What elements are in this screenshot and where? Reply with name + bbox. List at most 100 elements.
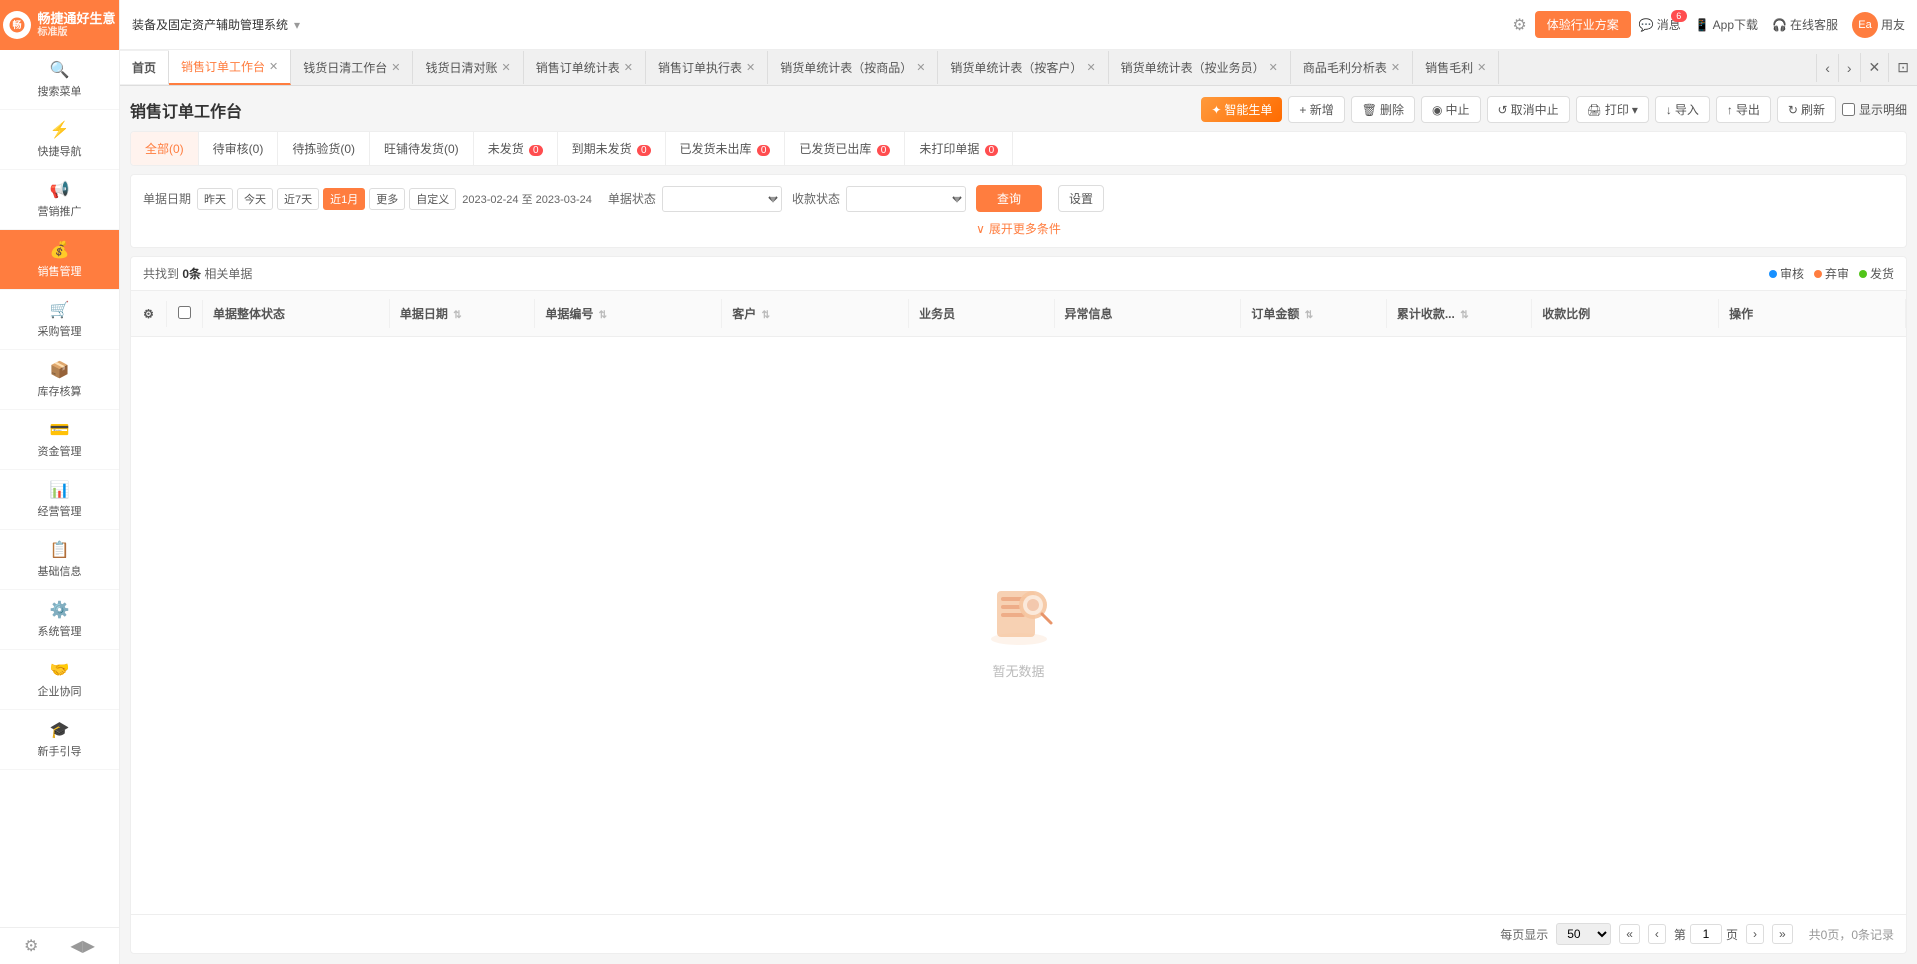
message-button[interactable]: 💬 消息 6 [1639,16,1681,33]
subtab-pending-pickup[interactable]: 待拣验货(0) [278,132,370,165]
prev-page-button[interactable]: ‹ [1648,924,1666,944]
expand-filter-button[interactable]: ∨ 展开更多条件 [976,220,1061,237]
date-sort-icon[interactable]: ⇅ [453,310,461,321]
last-month-btn[interactable]: 近1月 [323,188,365,210]
online-service-button[interactable]: 🎧 在线客服 [1772,16,1838,33]
page-input[interactable] [1690,924,1722,944]
custom-date-btn[interactable]: 自定义 [409,188,456,210]
show-detail-input[interactable] [1842,103,1855,116]
col-date-header[interactable]: 单据日期 ⇅ [390,299,535,328]
export-button[interactable]: ↑ 导出 [1716,96,1771,123]
tab-sales-by-salesperson[interactable]: 销货单统计表（按业务员） ✕ [1109,51,1291,84]
settings-filter-button[interactable]: 设置 [1058,185,1104,212]
close-tab-sales-profit-icon[interactable]: ✕ [1477,61,1486,74]
tab-sales-by-product[interactable]: 销货单统计表（按商品） ✕ [768,51,938,84]
sidebar-item-inventory[interactable]: 📦 库存核算 [0,350,119,410]
more-date-btn[interactable]: 更多 [369,188,405,210]
subtab-shipped-not-out[interactable]: 已发货未出库 0 [666,132,786,165]
subtab-wangpu-pending[interactable]: 旺铺待发货(0) [370,132,474,165]
sidebar-item-basic[interactable]: 📋 基础信息 [0,530,119,590]
subtab-not-printed[interactable]: 未打印单据 0 [905,132,1013,165]
close-tab-sales-by-salesperson-icon[interactable]: ✕ [1269,61,1278,74]
print-button[interactable]: 🖨 打印 ▾ [1576,96,1649,123]
user-menu-button[interactable]: Ea 用友 [1852,12,1905,38]
close-tab-gross-profit-icon[interactable]: ✕ [1391,61,1400,74]
ai-generate-button[interactable]: ✦ 智能生单 [1201,97,1282,122]
tabs-prev-icon[interactable]: ‹ [1816,54,1838,82]
query-button[interactable]: 查询 [976,185,1042,212]
add-button[interactable]: + 新增 [1288,96,1344,123]
tab-sales-by-customer[interactable]: 销货单统计表（按客户） ✕ [938,51,1108,84]
close-tab-sales-order-workbench-icon[interactable]: ✕ [269,60,278,73]
col-amount-header[interactable]: 订单金额 ⇅ [1241,299,1386,328]
next-page-button[interactable]: › [1746,924,1764,944]
sidebar-item-finance[interactable]: 💳 资金管理 [0,410,119,470]
app-download-button[interactable]: 📱 App下载 [1695,16,1758,33]
tab-sales-profit[interactable]: 销售毛利 ✕ [1413,51,1499,84]
first-page-button[interactable]: « [1619,924,1640,944]
sidebar-item-sales[interactable]: 💰 销售管理 [0,230,119,290]
close-tab-order-stats-icon[interactable]: ✕ [624,61,633,74]
last-page-button[interactable]: » [1772,924,1793,944]
subtab-pending-review[interactable]: 待审核(0) [199,132,279,165]
per-page-select[interactable]: 10 20 50 100 [1556,923,1611,945]
tabs-next-icon[interactable]: › [1838,54,1860,82]
col-check[interactable] [167,300,203,328]
cancel-review-action-button[interactable]: 弃审 [1814,265,1849,282]
subtab-shipped-out[interactable]: 已发货已出库 0 [785,132,905,165]
col-settings[interactable]: ⚙ [131,301,167,327]
refresh-button[interactable]: ↻ 刷新 [1777,96,1836,123]
today-btn[interactable]: 今天 [237,188,273,210]
tab-home[interactable]: 首页 [120,51,169,84]
status-filter-select[interactable] [662,186,782,212]
sidebar-item-cooperation[interactable]: 🤝 企业协同 [0,650,119,710]
subtab-not-shipped[interactable]: 未发货 0 [474,132,558,165]
subtab-all[interactable]: 全部(0) [131,132,199,165]
close-tab-sales-by-product-icon[interactable]: ✕ [916,61,925,74]
close-tab-daily-clear-icon[interactable]: ✕ [391,61,400,74]
tabs-expand-icon[interactable]: ⊡ [1888,53,1917,82]
cancel-stop-button[interactable]: ↺ 取消中止 [1487,96,1570,123]
tab-gross-profit[interactable]: 商品毛利分析表 ✕ [1291,51,1413,84]
sidebar-item-management[interactable]: 📊 经营管理 [0,470,119,530]
sidebar-item-system[interactable]: ⚙️ 系统管理 [0,590,119,650]
sidebar-item-purchase[interactable]: 🛒 采购管理 [0,290,119,350]
ship-action-button[interactable]: 发货 [1859,265,1894,282]
payment-filter-select[interactable] [846,186,966,212]
col-customer-header[interactable]: 客户 ⇅ [722,299,909,328]
industry-solution-button[interactable]: 体验行业方案 [1535,11,1631,38]
tab-order-stats[interactable]: 销售订单统计表 ✕ [524,51,646,84]
subtab-overdue-not-shipped[interactable]: 到期未发货 0 [558,132,666,165]
customer-sort-icon[interactable]: ⇅ [762,310,770,321]
sidebar-item-guide[interactable]: 🎓 新手引导 [0,710,119,770]
select-all-checkbox[interactable] [178,306,191,319]
tabs-close-all-icon[interactable]: ✕ [1860,53,1889,82]
col-collected-header[interactable]: 累计收款... ⇅ [1387,299,1532,328]
review-action-button[interactable]: 审核 [1769,265,1804,282]
stop-button[interactable]: ◉ 中止 [1421,96,1481,123]
amount-sort-icon[interactable]: ⇅ [1305,310,1313,321]
tab-daily-clear[interactable]: 钱货日清工作台 ✕ [291,51,413,84]
tab-sales-order-workbench[interactable]: 销售订单工作台 ✕ [169,50,291,85]
yesterday-btn[interactable]: 昨天 [197,188,233,210]
delete-button[interactable]: 🗑 删除 [1351,96,1415,123]
import-button[interactable]: ↓ 导入 [1655,96,1710,123]
last7days-btn[interactable]: 近7天 [277,188,319,210]
settings-bottom-icon[interactable]: ⚙ [24,936,38,956]
col-no-header[interactable]: 单据编号 ⇅ [535,299,722,328]
close-tab-reconciliation-icon[interactable]: ✕ [502,61,511,74]
print-dropdown-icon[interactable]: ▾ [1632,103,1638,117]
show-detail-checkbox[interactable]: 显示明细 [1842,101,1907,118]
dropdown-arrow-icon[interactable]: ▾ [294,18,300,32]
close-tab-order-exec-icon[interactable]: ✕ [746,61,755,74]
close-tab-sales-by-customer-icon[interactable]: ✕ [1086,61,1095,74]
tab-order-exec[interactable]: 销售订单执行表 ✕ [646,51,768,84]
sidebar-item-search[interactable]: 🔍 搜索菜单 [0,50,119,110]
settings-icon[interactable]: ⚙ [1512,15,1526,35]
sidebar-item-quicknav[interactable]: ⚡ 快捷导航 [0,110,119,170]
tab-reconciliation[interactable]: 钱货日清对账 ✕ [413,51,523,84]
collected-sort-icon[interactable]: ⇅ [1460,310,1468,321]
collapse-icon[interactable]: ◀▶ [70,936,95,956]
no-sort-icon[interactable]: ⇅ [599,310,607,321]
sidebar-item-marketing[interactable]: 📢 营销推广 [0,170,119,230]
